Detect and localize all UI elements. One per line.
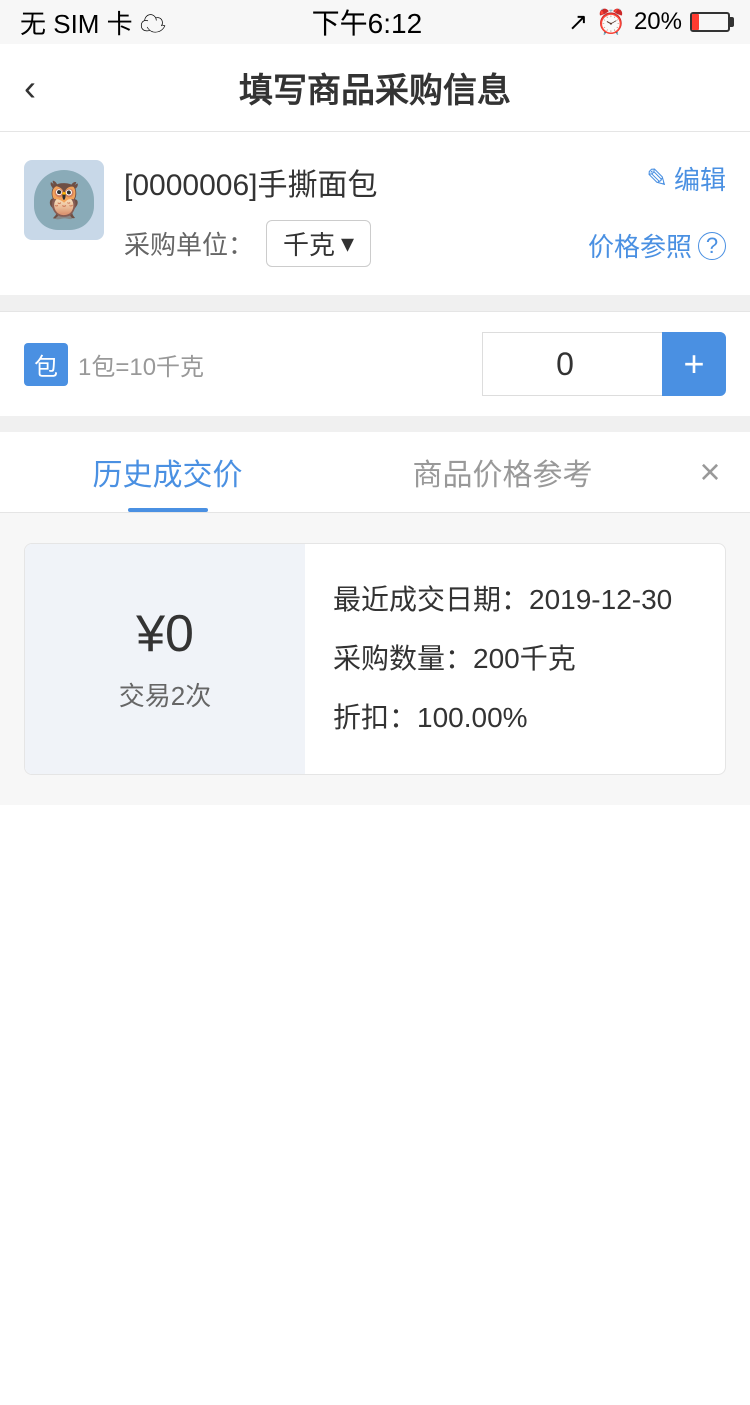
product-thumbnail: 🦉 <box>34 170 94 230</box>
edit-button[interactable]: ✎ 编辑 <box>646 160 726 197</box>
back-button[interactable]: ‹ <box>24 67 36 109</box>
discount-value: 100.00% <box>417 702 528 733</box>
unit-select[interactable]: 千克 ▾ <box>266 220 371 267</box>
dropdown-icon: ▾ <box>341 228 354 259</box>
tab-history-price[interactable]: 历史成交价 <box>0 432 335 512</box>
purchase-qty-value: 200千克 <box>473 643 576 674</box>
tab-history-label: 历史成交价 <box>93 450 243 494</box>
location-icon: ↗ <box>568 8 588 37</box>
tab-active-indicator <box>128 508 208 512</box>
price-ref-label: 价格参照 <box>588 227 692 264</box>
price-ref-button[interactable]: 价格参照 ? <box>588 227 726 264</box>
purchase-qty-label: 采购数量： <box>333 643 473 674</box>
alarm-icon: ⏰ <box>596 8 626 37</box>
product-name: [0000006]手撕面包 <box>124 160 377 204</box>
bottom-area <box>0 805 750 1405</box>
history-content: ¥0 交易2次 最近成交日期：2019-12-30 采购数量：200千克 折扣：… <box>0 513 750 805</box>
quantity-plus-button[interactable]: + <box>662 332 726 396</box>
tab-price-ref[interactable]: 商品价格参考 <box>335 432 670 512</box>
recent-date-label: 最近成交日期： <box>333 584 529 615</box>
price-amount: ¥0 <box>136 604 194 664</box>
product-info: [0000006]手撕面包 采购单位： 千克 ▾ <box>124 160 377 267</box>
status-right: ↗ ⏰ 20% <box>568 8 730 37</box>
quantity-section: 包 1包=10千克 + <box>0 311 750 416</box>
tab-price-ref-label: 商品价格参考 <box>413 450 593 494</box>
help-icon: ? <box>698 232 726 260</box>
amount-value: 0 <box>165 605 194 663</box>
currency-symbol: ¥ <box>136 605 165 663</box>
page-title: 填写商品采购信息 <box>239 63 511 112</box>
unit-value: 千克 <box>283 225 335 262</box>
tab-close-button[interactable]: × <box>670 432 750 512</box>
status-bar: 无 SIM 卡 ☁ 下午6:12 ↗ ⏰ 20% <box>0 0 750 44</box>
edit-label: 编辑 <box>674 160 726 197</box>
recent-date-value: 2019-12-30 <box>529 584 672 615</box>
purchase-qty-row: 采购数量：200千克 <box>333 639 697 678</box>
discount-row: 折扣：100.00% <box>333 698 697 737</box>
battery-percent: 20% <box>634 8 682 36</box>
product-unit-row: 采购单位： 千克 ▾ <box>124 220 377 267</box>
section-divider <box>0 295 750 311</box>
unit-label-text: 采购单位： <box>124 225 254 262</box>
price-record-card: ¥0 交易2次 最近成交日期：2019-12-30 采购数量：200千克 折扣：… <box>24 543 726 775</box>
nav-bar: ‹ 填写商品采购信息 <box>0 44 750 132</box>
trade-count: 交易2次 <box>119 676 211 713</box>
status-left: 无 SIM 卡 ☁ <box>20 4 166 41</box>
section-divider-2 <box>0 416 750 432</box>
discount-label: 折扣： <box>333 702 417 733</box>
battery-icon <box>690 12 730 32</box>
edit-icon: ✎ <box>646 163 668 194</box>
unit-badge: 包 <box>24 343 68 386</box>
price-record-left: ¥0 交易2次 <box>25 544 305 774</box>
tab-bar: 历史成交价 商品价格参考 × <box>0 432 750 513</box>
status-time: 下午6:12 <box>312 2 423 42</box>
recent-date-row: 最近成交日期：2019-12-30 <box>333 580 697 619</box>
unit-label: 包 1包=10千克 <box>24 343 204 386</box>
sim-status: 无 SIM 卡 ☁ <box>20 4 166 41</box>
quantity-control: + <box>482 332 726 396</box>
product-card: 🦉 [0000006]手撕面包 采购单位： 千克 ▾ ✎ 编辑 价格参照 <box>0 132 750 295</box>
unit-conversion: 1包=10千克 <box>78 347 204 382</box>
price-record-right: 最近成交日期：2019-12-30 采购数量：200千克 折扣：100.00% <box>305 544 725 774</box>
product-image: 🦉 <box>24 160 104 240</box>
quantity-input[interactable] <box>482 332 662 396</box>
